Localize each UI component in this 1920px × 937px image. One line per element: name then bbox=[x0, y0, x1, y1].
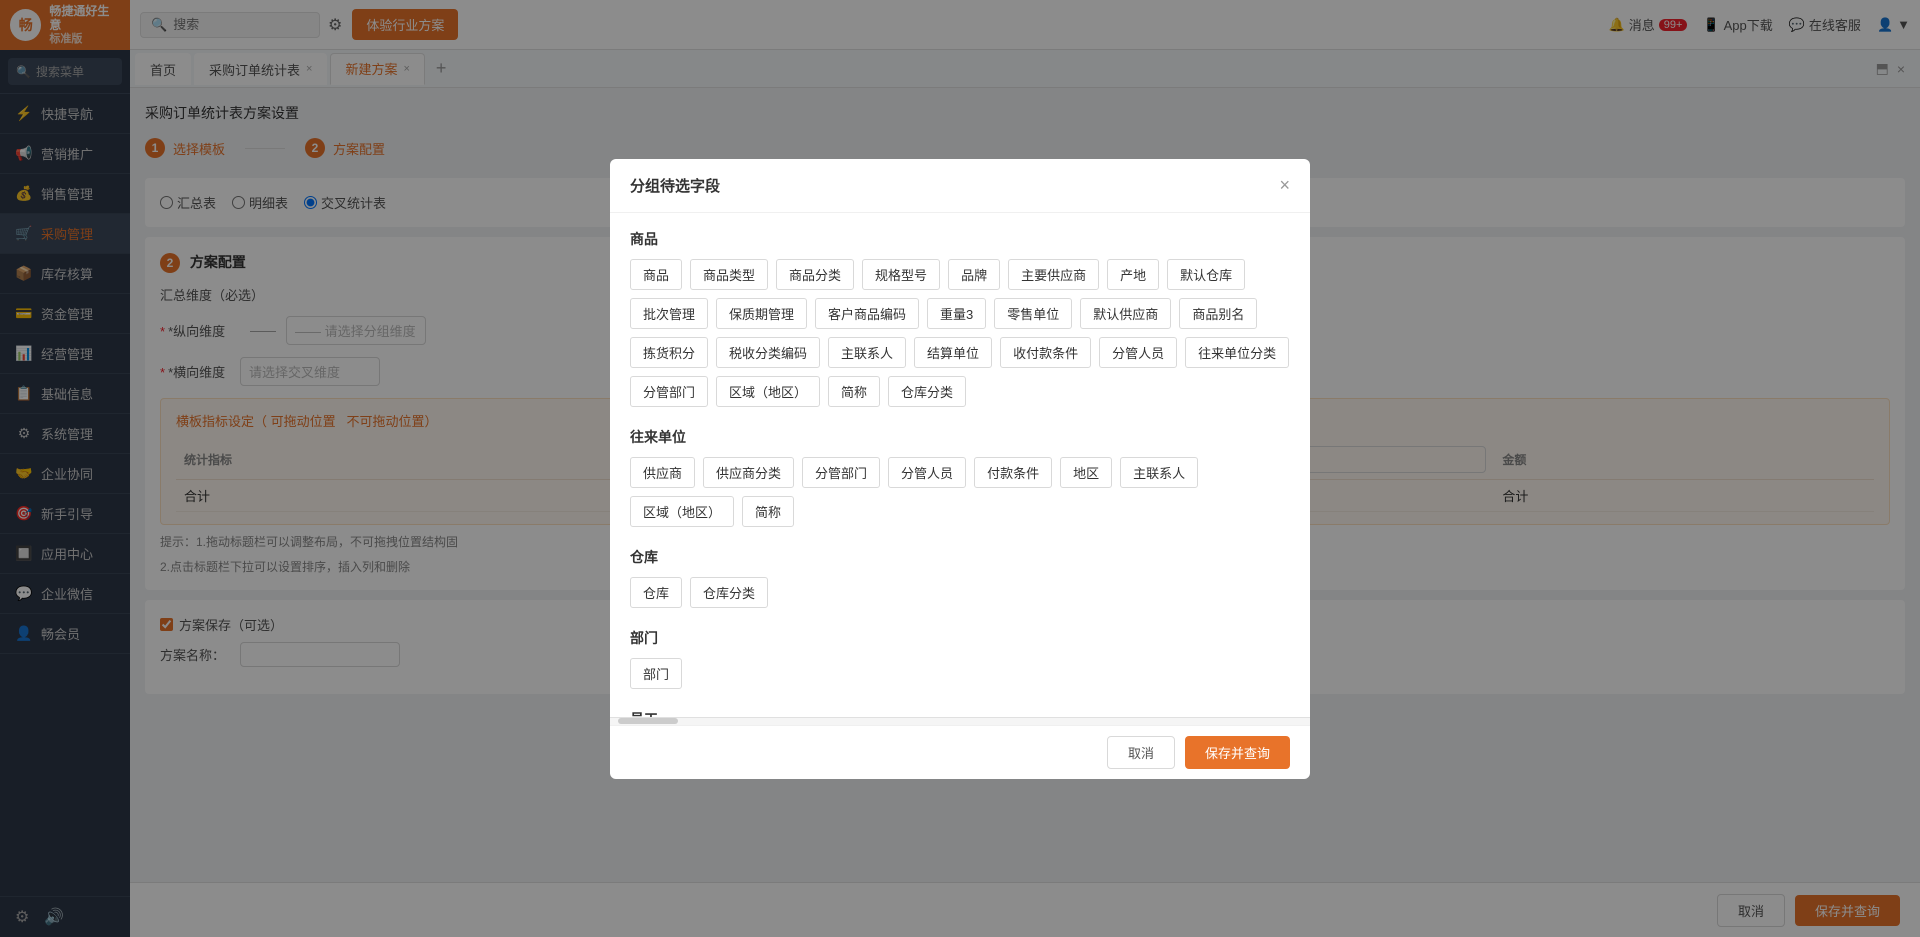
modal-confirm-button[interactable]: 保存并查询 bbox=[1185, 736, 1290, 769]
modal: 分组待选字段 × 商品 商品 商品类型 商品分类 规格型号 品牌 主要供应商 产… bbox=[610, 159, 1310, 779]
field-tag-supplier-cat[interactable]: 供应商分类 bbox=[703, 457, 794, 488]
field-tag-wh-category[interactable]: 仓库分类 bbox=[888, 376, 966, 407]
field-tag-source-unit-cat[interactable]: 往来单位分类 bbox=[1185, 337, 1289, 368]
modal-title: 分组待选字段 bbox=[630, 175, 720, 196]
field-tag-payment-cond[interactable]: 付款条件 bbox=[974, 457, 1052, 488]
field-tag-dept[interactable]: 部门 bbox=[630, 658, 682, 689]
field-tag-dept-managed[interactable]: 分管部门 bbox=[630, 376, 708, 407]
field-tag-tax-code[interactable]: 税收分类编码 bbox=[716, 337, 820, 368]
field-tag-customer-code[interactable]: 客户商品编码 bbox=[815, 298, 919, 329]
field-tag-goods[interactable]: 商品 bbox=[630, 259, 682, 290]
field-tag-region-area[interactable]: 区域（地区） bbox=[716, 376, 820, 407]
field-group-warehouse: 仓库 仓库 仓库分类 bbox=[630, 547, 1290, 608]
field-tag-goods-alias[interactable]: 商品别名 bbox=[1179, 298, 1257, 329]
field-tag-settlement-unit[interactable]: 结算单位 bbox=[914, 337, 992, 368]
field-group-employee: 员工 业务员 bbox=[630, 709, 1290, 718]
modal-hscrollbar[interactable] bbox=[610, 717, 1310, 724]
field-tag-responsible-person[interactable]: 分管人员 bbox=[1099, 337, 1177, 368]
field-tag-short-name2[interactable]: 简称 bbox=[742, 496, 794, 527]
field-tag-default-warehouse[interactable]: 默认仓库 bbox=[1167, 259, 1245, 290]
field-tag-area2-p[interactable]: 区域（地区） bbox=[630, 496, 734, 527]
modal-footer: 取消 保存并查询 bbox=[610, 725, 1310, 779]
field-tag-expiry-mgmt[interactable]: 保质期管理 bbox=[716, 298, 807, 329]
field-tag-payment-terms[interactable]: 收付款条件 bbox=[1000, 337, 1091, 368]
field-group-partner-title: 往来单位 bbox=[630, 427, 1290, 447]
field-tag-goods-category[interactable]: 商品分类 bbox=[776, 259, 854, 290]
goods-tags: 商品 商品类型 商品分类 规格型号 品牌 主要供应商 产地 默认仓库 批次管理 … bbox=[630, 259, 1290, 407]
field-tag-weight3[interactable]: 重量3 bbox=[927, 298, 986, 329]
field-tag-default-supplier[interactable]: 默认供应商 bbox=[1080, 298, 1171, 329]
field-tag-area-p[interactable]: 地区 bbox=[1060, 457, 1112, 488]
field-group-goods: 商品 商品 商品类型 商品分类 规格型号 品牌 主要供应商 产地 默认仓库 批次… bbox=[630, 229, 1290, 407]
field-tag-short-name[interactable]: 简称 bbox=[828, 376, 880, 407]
field-group-warehouse-title: 仓库 bbox=[630, 547, 1290, 567]
field-tag-brand[interactable]: 品牌 bbox=[948, 259, 1000, 290]
field-tag-origin[interactable]: 产地 bbox=[1107, 259, 1159, 290]
field-group-goods-title: 商品 bbox=[630, 229, 1290, 249]
field-tag-main-supplier[interactable]: 主要供应商 bbox=[1008, 259, 1099, 290]
field-tag-main-contact[interactable]: 主联系人 bbox=[828, 337, 906, 368]
field-group-employee-title: 员工 bbox=[630, 709, 1290, 718]
field-tag-dept-person-p[interactable]: 分管人员 bbox=[888, 457, 966, 488]
hscrollbar-thumb bbox=[618, 718, 678, 724]
field-tag-batch-mgmt[interactable]: 批次管理 bbox=[630, 298, 708, 329]
dept-tags: 部门 bbox=[630, 658, 1290, 689]
partner-tags: 供应商 供应商分类 分管部门 分管人员 付款条件 地区 主联系人 区域（地区） … bbox=[630, 457, 1290, 527]
modal-body[interactable]: 商品 商品 商品类型 商品分类 规格型号 品牌 主要供应商 产地 默认仓库 批次… bbox=[610, 213, 1310, 718]
modal-header: 分组待选字段 × bbox=[610, 159, 1310, 213]
field-group-dept-title: 部门 bbox=[630, 628, 1290, 648]
field-tag-wh-cat[interactable]: 仓库分类 bbox=[690, 577, 768, 608]
modal-cancel-button[interactable]: 取消 bbox=[1107, 736, 1175, 769]
field-tag-goods-type[interactable]: 商品类型 bbox=[690, 259, 768, 290]
field-tag-supplier[interactable]: 供应商 bbox=[630, 457, 695, 488]
field-tag-dept-p[interactable]: 分管部门 bbox=[802, 457, 880, 488]
field-group-partner: 往来单位 供应商 供应商分类 分管部门 分管人员 付款条件 地区 主联系人 区域… bbox=[630, 427, 1290, 527]
field-tag-contact-person[interactable]: 主联系人 bbox=[1120, 457, 1198, 488]
field-tag-wh[interactable]: 仓库 bbox=[630, 577, 682, 608]
field-tag-pickup-points[interactable]: 拣货积分 bbox=[630, 337, 708, 368]
modal-close-button[interactable]: × bbox=[1279, 175, 1290, 196]
field-group-dept: 部门 部门 bbox=[630, 628, 1290, 689]
field-tag-retail-unit[interactable]: 零售单位 bbox=[994, 298, 1072, 329]
warehouse-tags: 仓库 仓库分类 bbox=[630, 577, 1290, 608]
field-tag-spec-type[interactable]: 规格型号 bbox=[862, 259, 940, 290]
